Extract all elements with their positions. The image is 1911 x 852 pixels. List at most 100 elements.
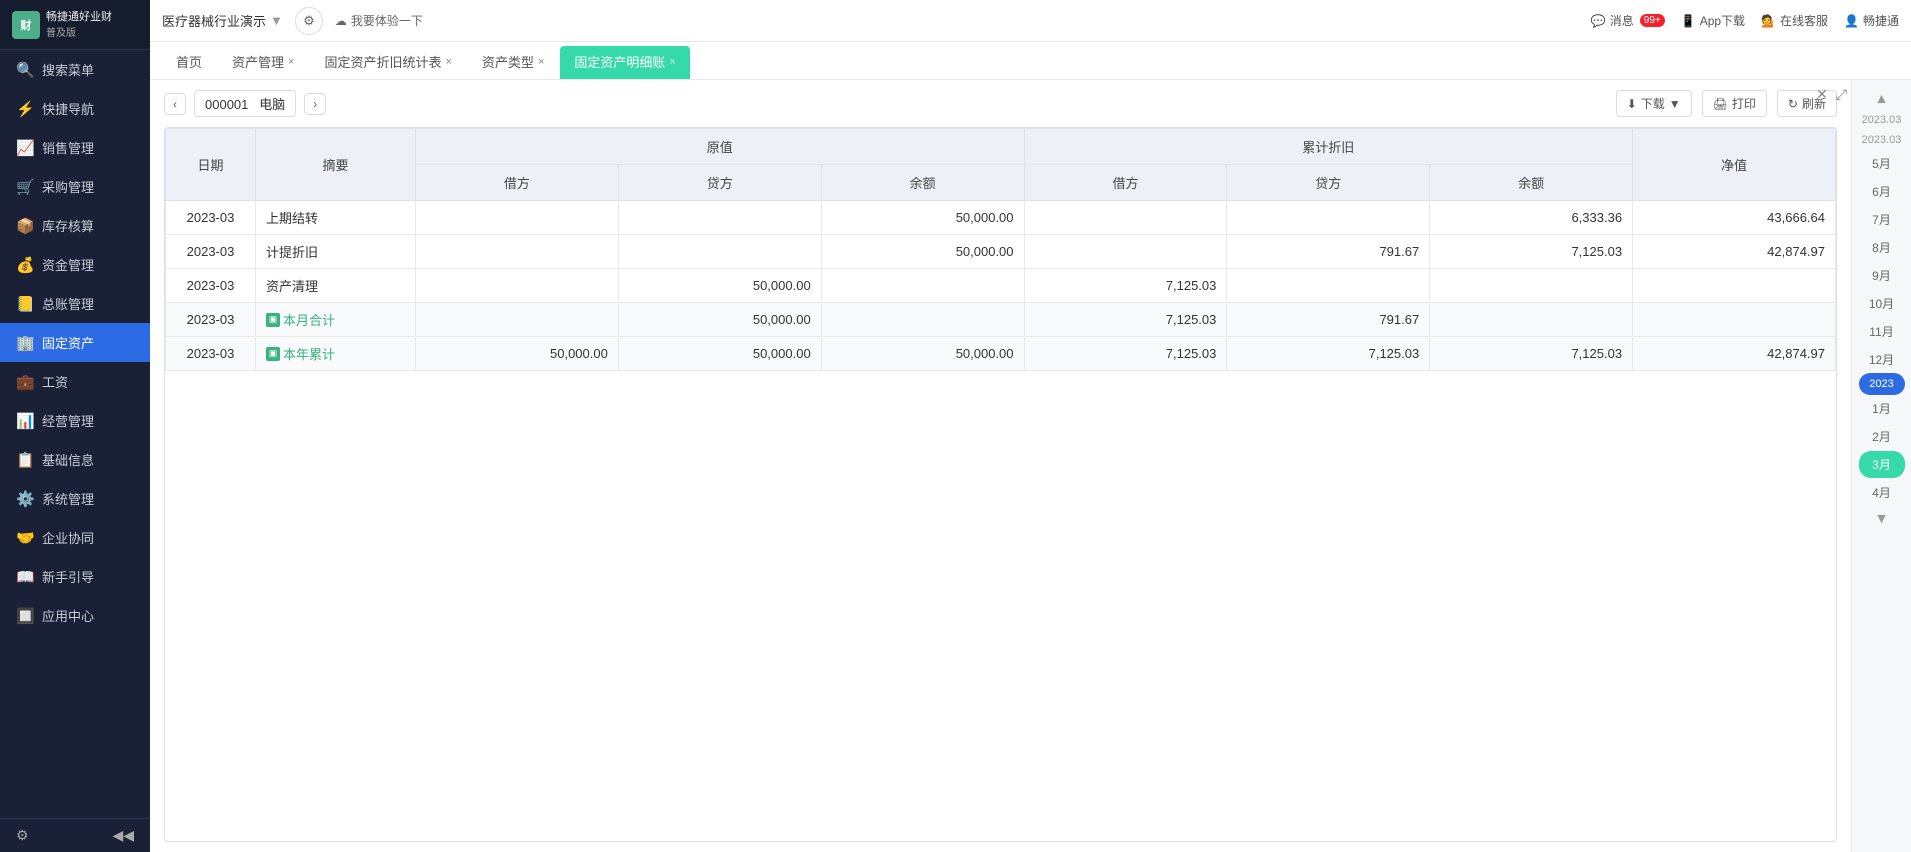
tab-asset-mgmt-close[interactable]: × — [288, 56, 294, 68]
sidebar-label-purchase: 采购管理 — [42, 177, 94, 196]
fixed-assets-icon: 🏢 — [16, 334, 34, 352]
guide-icon: 📖 — [16, 568, 34, 586]
download-icon: ⬇ — [1627, 97, 1637, 111]
month-9[interactable]: 9月 — [1859, 262, 1905, 289]
col-net-value: 净值 — [1633, 129, 1836, 201]
month-11[interactable]: 11月 — [1859, 318, 1905, 345]
cell-summary: 资产清理 — [256, 269, 416, 303]
sidebar-label-operations: 经营管理 — [42, 411, 94, 430]
cell-net-value — [1633, 303, 1836, 337]
sidebar-item-fixed-assets[interactable]: 🏢 固定资产 — [0, 323, 150, 362]
prev-asset-button[interactable]: ‹ — [164, 93, 186, 115]
user-profile-button[interactable]: 👤 畅捷通 — [1844, 12, 1899, 29]
tab-depreciation-close[interactable]: × — [445, 56, 451, 68]
cell-orig-debit — [416, 201, 619, 235]
year-label-top: 2023.03 — [1862, 110, 1902, 130]
month-8[interactable]: 8月 — [1859, 234, 1905, 261]
sidebar-item-guide[interactable]: 📖 新手引导 — [0, 557, 150, 596]
cell-accum-credit: 791.67 — [1227, 303, 1430, 337]
sidebar-item-cooperation[interactable]: 🤝 企业协同 — [0, 518, 150, 557]
tab-asset-type[interactable]: 资产类型 × — [468, 46, 558, 79]
cell-date: 2023-03 — [166, 201, 256, 235]
prev-asset-icon: ‹ — [173, 97, 177, 111]
cell-date: 2023-03 — [166, 303, 256, 337]
next-asset-button[interactable]: › — [304, 93, 326, 115]
tab-bar: 首页 资产管理 × 固定资产折旧统计表 × 资产类型 × 固定资产明细账 × — [150, 42, 1911, 80]
finance-icon: 💰 — [16, 256, 34, 274]
print-button[interactable]: 🖨 打印 — [1702, 90, 1767, 117]
collapse-icon[interactable]: ◀◀ — [112, 827, 134, 844]
company-name: 医疗器械行业演示 — [162, 11, 266, 30]
user-avatar-icon: 👤 — [1844, 14, 1859, 28]
time-panel-up-arrow[interactable]: ▲ — [1871, 86, 1893, 110]
month-6[interactable]: 6月 — [1859, 178, 1905, 205]
sidebar-item-basic-info[interactable]: 📋 基础信息 — [0, 440, 150, 479]
month-1[interactable]: 1月 — [1859, 395, 1905, 422]
tab-asset-detail[interactable]: 固定资产明细账 × — [560, 46, 689, 79]
inventory-icon: 📦 — [16, 217, 34, 235]
tab-asset-mgmt[interactable]: 资产管理 × — [218, 46, 308, 79]
month-7[interactable]: 7月 — [1859, 206, 1905, 233]
sidebar-item-app-center[interactable]: 🔲 应用中心 — [0, 596, 150, 635]
sidebar-label-quick-nav: 快捷导航 — [42, 99, 94, 118]
app-download-button[interactable]: 📱 App下载 — [1681, 12, 1745, 29]
sidebar-item-finance[interactable]: 💰 资金管理 — [0, 245, 150, 284]
sidebar: 财 畅捷通好业财 普及版 🔍 搜索菜单 ⚡ 快捷导航 📈 销售管理 🛒 采购管理… — [0, 0, 150, 852]
customer-service-icon: 💁 — [1761, 14, 1776, 28]
cloud-icon: ☁ — [335, 14, 347, 28]
sidebar-item-inventory[interactable]: 📦 库存核算 — [0, 206, 150, 245]
customer-service-button[interactable]: 💁 在线客服 — [1761, 12, 1828, 29]
sidebar-item-search[interactable]: 🔍 搜索菜单 — [0, 50, 150, 89]
download-button[interactable]: ⬇ 下载 ▼ — [1616, 90, 1692, 117]
sidebar-item-system[interactable]: ⚙️ 系统管理 — [0, 479, 150, 518]
col-accumulated: 累计折旧 — [1024, 129, 1633, 165]
sidebar-item-ledger[interactable]: 📒 总账管理 — [0, 284, 150, 323]
sidebar-item-operations[interactable]: 📊 经营管理 — [0, 401, 150, 440]
year-label-current: 2023.03 — [1862, 130, 1902, 150]
sidebar-label-payroll: 工资 — [42, 372, 68, 391]
refresh-icon: ↻ — [1788, 97, 1798, 111]
tab-depreciation-stats[interactable]: 固定资产折旧统计表 × — [310, 46, 465, 79]
company-selector[interactable]: 医疗器械行业演示 ▼ — [162, 11, 283, 30]
table-row-yearly-total: 2023-03 ▣ 本年累计 50,000.00 50,000.00 50,00… — [166, 337, 1836, 371]
content-area: ‹ 000001 电脑 › ⬇ 下载 ▼ 🖨 — [150, 80, 1911, 852]
basic-info-icon: 📋 — [16, 451, 34, 469]
sidebar-item-sales[interactable]: 📈 销售管理 — [0, 128, 150, 167]
month-3[interactable]: 3月 — [1859, 451, 1905, 478]
close-panel-icon[interactable]: ✕ — [1816, 86, 1828, 103]
sidebar-label-system: 系统管理 — [42, 489, 94, 508]
cell-net-value — [1633, 269, 1836, 303]
month-2[interactable]: 2月 — [1859, 423, 1905, 450]
experience-button[interactable]: ☁ 我要体验一下 — [335, 12, 423, 29]
settings-button[interactable]: ⚙ — [295, 7, 323, 35]
tab-asset-detail-close[interactable]: × — [669, 56, 675, 68]
sidebar-item-purchase[interactable]: 🛒 采购管理 — [0, 167, 150, 206]
month-5[interactable]: 5月 — [1859, 150, 1905, 177]
print-label: 打印 — [1732, 95, 1756, 112]
sidebar-item-quick-nav[interactable]: ⚡ 快捷导航 — [0, 89, 150, 128]
message-icon: 💬 — [1591, 14, 1606, 28]
col-original-value: 原值 — [416, 129, 1025, 165]
expand-panel-icon[interactable]: ⤢ — [1836, 86, 1847, 103]
month-4[interactable]: 4月 — [1859, 479, 1905, 506]
cooperation-icon: 🤝 — [16, 529, 34, 547]
sidebar-label-search: 搜索菜单 — [42, 60, 94, 79]
cell-summary: 计提折旧 — [256, 235, 416, 269]
month-12[interactable]: 12月 — [1859, 346, 1905, 373]
cell-accum-balance — [1430, 303, 1633, 337]
year-badge-2023[interactable]: 2023 — [1859, 373, 1905, 395]
sidebar-item-payroll[interactable]: 💼 工资 — [0, 362, 150, 401]
tab-home[interactable]: 首页 — [162, 46, 216, 79]
tab-asset-type-close[interactable]: × — [538, 56, 544, 68]
month-10[interactable]: 10月 — [1859, 290, 1905, 317]
tab-asset-type-label: 资产类型 — [482, 52, 534, 71]
print-icon: 🖨 — [1713, 97, 1728, 111]
experience-label: 我要体验一下 — [351, 12, 423, 29]
message-button[interactable]: 💬 消息 99+ — [1591, 12, 1665, 29]
table-row-monthly-total: 2023-03 ▣ 本月合计 50,000.00 7,125.03 — [166, 303, 1836, 337]
cell-accum-debit: 7,125.03 — [1024, 303, 1227, 337]
time-panel-down-arrow[interactable]: ▼ — [1871, 506, 1893, 530]
settings-bottom-icon[interactable]: ⚙ — [16, 827, 29, 844]
app-download-icon: 📱 — [1681, 14, 1696, 28]
purchase-icon: 🛒 — [16, 178, 34, 196]
